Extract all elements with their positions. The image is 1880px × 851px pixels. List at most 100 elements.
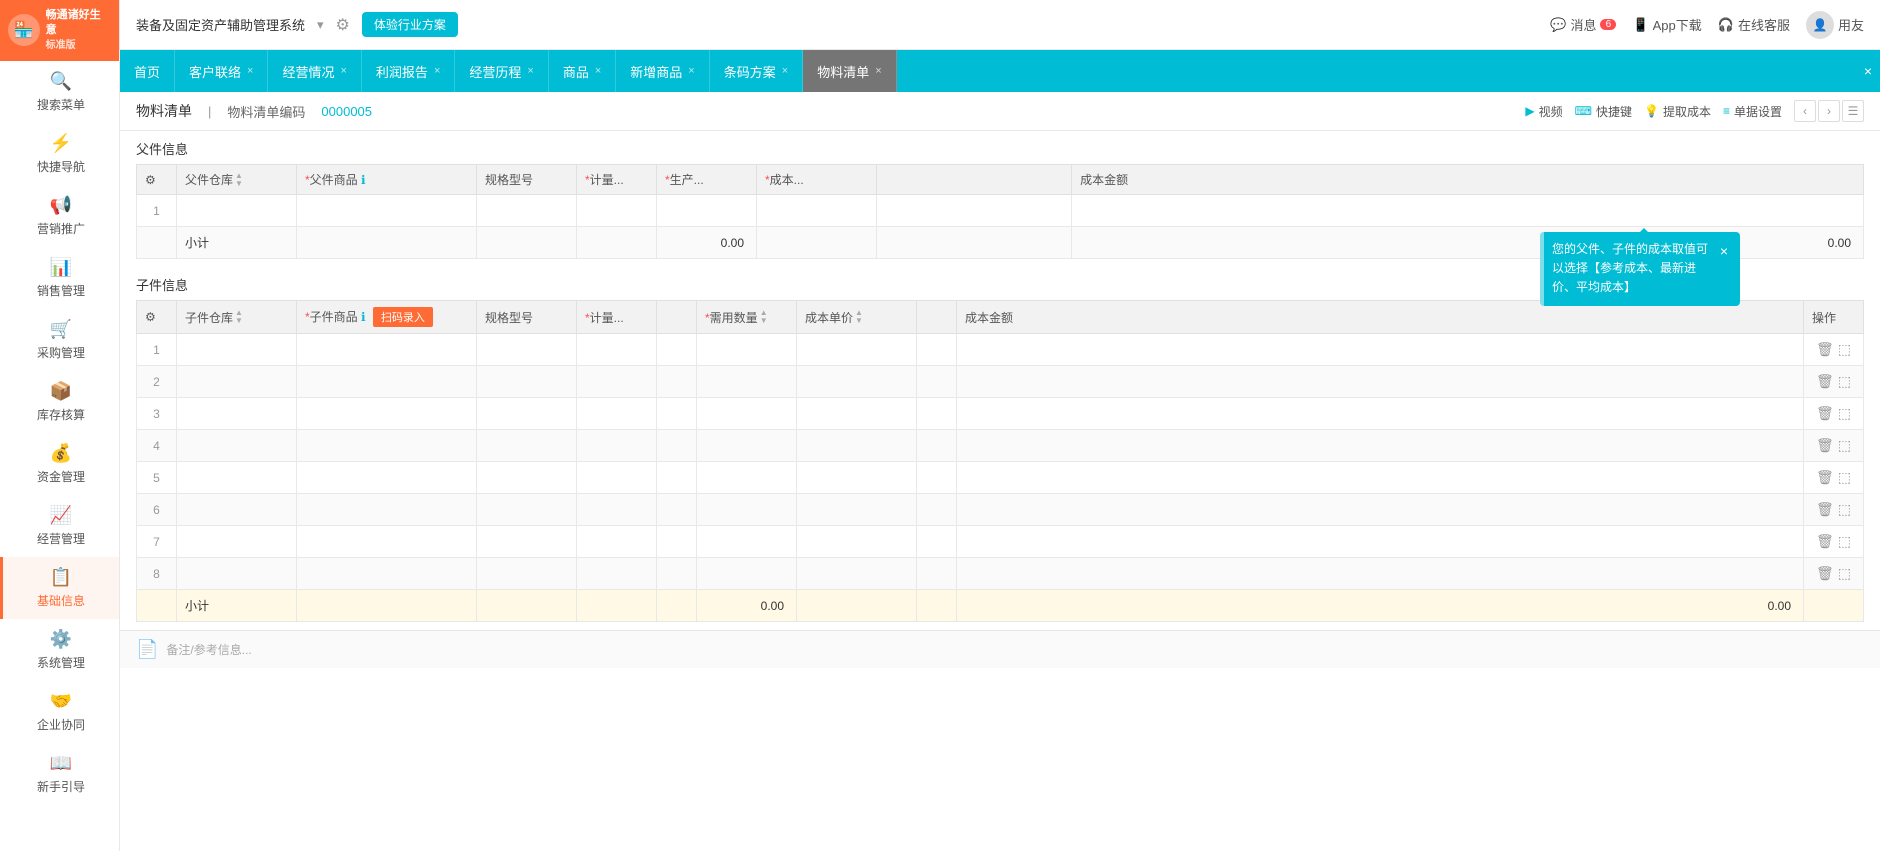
child-unit-3[interactable] [577, 398, 657, 430]
child-settings-icon[interactable]: ⚙ [145, 310, 156, 324]
child-product-1[interactable] [297, 334, 477, 366]
delete-icon-4[interactable]: 🗑 [1816, 437, 1834, 454]
child-qty-5[interactable] [697, 462, 797, 494]
child-qty-4[interactable] [697, 430, 797, 462]
child-spec-5[interactable] [477, 462, 577, 494]
view-action[interactable]: ▶ 视频 [1525, 103, 1562, 120]
child-unit-price-7[interactable] [797, 526, 917, 558]
nav-tab-商品[interactable]: 商品× [549, 50, 616, 92]
copy-icon-1[interactable]: ⬚ [1838, 341, 1851, 358]
child-unit-price-1[interactable] [797, 334, 917, 366]
child-product-5[interactable] [297, 462, 477, 494]
parent-cost-1[interactable] [757, 195, 877, 227]
parent-product-1[interactable] [297, 195, 477, 227]
nav-tab-客户联络[interactable]: 客户联络× [175, 50, 268, 92]
app-download-button[interactable]: 📱 App下载 [1632, 15, 1701, 34]
delete-icon-6[interactable]: 🗑 [1816, 501, 1834, 518]
nav-tab-首页[interactable]: 首页 [120, 50, 175, 92]
prev-arrow[interactable]: ‹ [1794, 100, 1816, 122]
child-spec-8[interactable] [477, 558, 577, 590]
copy-icon-8[interactable]: ⬚ [1838, 565, 1851, 582]
child-warehouse-2[interactable] [177, 366, 297, 398]
sidebar-item-营销推广[interactable]: 📢营销推广 [0, 185, 119, 247]
online-service-button[interactable]: 🎧 在线客服 [1718, 15, 1790, 34]
delete-icon-5[interactable]: 🗑 [1816, 469, 1834, 486]
child-spec-3[interactable] [477, 398, 577, 430]
child-product-7[interactable] [297, 526, 477, 558]
child-spec-6[interactable] [477, 494, 577, 526]
copy-icon-2[interactable]: ⬚ [1838, 373, 1851, 390]
sidebar-item-企业协同[interactable]: 🤝企业协同 [0, 681, 119, 743]
child-warehouse-4[interactable] [177, 430, 297, 462]
parent-settings-icon[interactable]: ⚙ [145, 173, 156, 187]
single-settings-action[interactable]: ≡ 单据设置 [1723, 103, 1782, 120]
sidebar-item-库存核算[interactable]: 📦库存核算 [0, 371, 119, 433]
child-qty-8[interactable] [697, 558, 797, 590]
next-arrow[interactable]: › [1818, 100, 1840, 122]
parent-production-1[interactable] [657, 195, 757, 227]
nav-tab-利润报告[interactable]: 利润报告× [362, 50, 455, 92]
child-qty-3[interactable] [697, 398, 797, 430]
menu-arrow[interactable]: ☰ [1842, 100, 1864, 122]
nav-tab-经营历程[interactable]: 经营历程× [455, 50, 548, 92]
tab-close-all-button[interactable]: × [1856, 63, 1880, 79]
child-unit-price-5[interactable] [797, 462, 917, 494]
child-unit-price-6[interactable] [797, 494, 917, 526]
delete-icon-3[interactable]: 🗑 [1816, 405, 1834, 422]
parent-spec-1[interactable] [477, 195, 577, 227]
child-unit-6[interactable] [577, 494, 657, 526]
child-product-8[interactable] [297, 558, 477, 590]
child-qty-6[interactable] [697, 494, 797, 526]
copy-icon-3[interactable]: ⬚ [1838, 405, 1851, 422]
child-unit-price-8[interactable] [797, 558, 917, 590]
message-button[interactable]: 💬 消息 6 [1550, 15, 1616, 34]
tooltip-close-button[interactable]: × [1720, 240, 1728, 262]
trial-button[interactable]: 体验行业方案 [362, 12, 458, 37]
child-warehouse-8[interactable] [177, 558, 297, 590]
child-unit-5[interactable] [577, 462, 657, 494]
child-unit-8[interactable] [577, 558, 657, 590]
child-unit-4[interactable] [577, 430, 657, 462]
nav-tab-经营情况[interactable]: 经营情况× [268, 50, 361, 92]
child-spec-2[interactable] [477, 366, 577, 398]
child-spec-1[interactable] [477, 334, 577, 366]
delete-icon-8[interactable]: 🗑 [1816, 565, 1834, 582]
copy-icon-6[interactable]: ⬚ [1838, 501, 1851, 518]
delete-icon-1[interactable]: 🗑 [1816, 341, 1834, 358]
extract-cost-action[interactable]: 💡 提取成本 [1644, 103, 1711, 120]
child-unit-price-2[interactable] [797, 366, 917, 398]
sidebar-item-新手引导[interactable]: 📖新手引导 [0, 743, 119, 805]
gear-icon[interactable]: ⚙ [336, 15, 350, 35]
sidebar-item-快捷导航[interactable]: ⚡快捷导航 [0, 123, 119, 185]
copy-icon-5[interactable]: ⬚ [1838, 469, 1851, 486]
child-unit-price-3[interactable] [797, 398, 917, 430]
child-warehouse-7[interactable] [177, 526, 297, 558]
nav-tab-条码方案[interactable]: 条码方案× [710, 50, 803, 92]
shortcut-action[interactable]: ⌨ 快捷键 [1575, 103, 1632, 120]
child-warehouse-5[interactable] [177, 462, 297, 494]
child-product-6[interactable] [297, 494, 477, 526]
delete-icon-7[interactable]: 🗑 [1816, 533, 1834, 550]
parent-warehouse-1[interactable] [177, 195, 297, 227]
sidebar-item-采购管理[interactable]: 🛒采购管理 [0, 309, 119, 371]
nav-tab-新增商品[interactable]: 新增商品× [616, 50, 709, 92]
user-menu[interactable]: 👤 用友 [1806, 11, 1864, 39]
child-product-4[interactable] [297, 430, 477, 462]
copy-icon-7[interactable]: ⬚ [1838, 533, 1851, 550]
parent-unit-1[interactable] [577, 195, 657, 227]
child-qty-7[interactable] [697, 526, 797, 558]
system-dropdown-icon[interactable]: ▾ [317, 17, 324, 33]
scan-button[interactable]: 扫码录入 [373, 307, 433, 327]
child-spec-7[interactable] [477, 526, 577, 558]
sidebar-item-销售管理[interactable]: 📊销售管理 [0, 247, 119, 309]
sidebar-item-系统管理[interactable]: ⚙️系统管理 [0, 619, 119, 681]
child-warehouse-1[interactable] [177, 334, 297, 366]
child-warehouse-3[interactable] [177, 398, 297, 430]
sidebar-item-搜索菜单[interactable]: 🔍搜索菜单 [0, 61, 119, 123]
nav-tab-物料清单[interactable]: 物料清单× [803, 50, 896, 92]
child-product-2[interactable] [297, 366, 477, 398]
child-unit-1[interactable] [577, 334, 657, 366]
child-spec-4[interactable] [477, 430, 577, 462]
child-unit-price-4[interactable] [797, 430, 917, 462]
delete-icon-2[interactable]: 🗑 [1816, 373, 1834, 390]
